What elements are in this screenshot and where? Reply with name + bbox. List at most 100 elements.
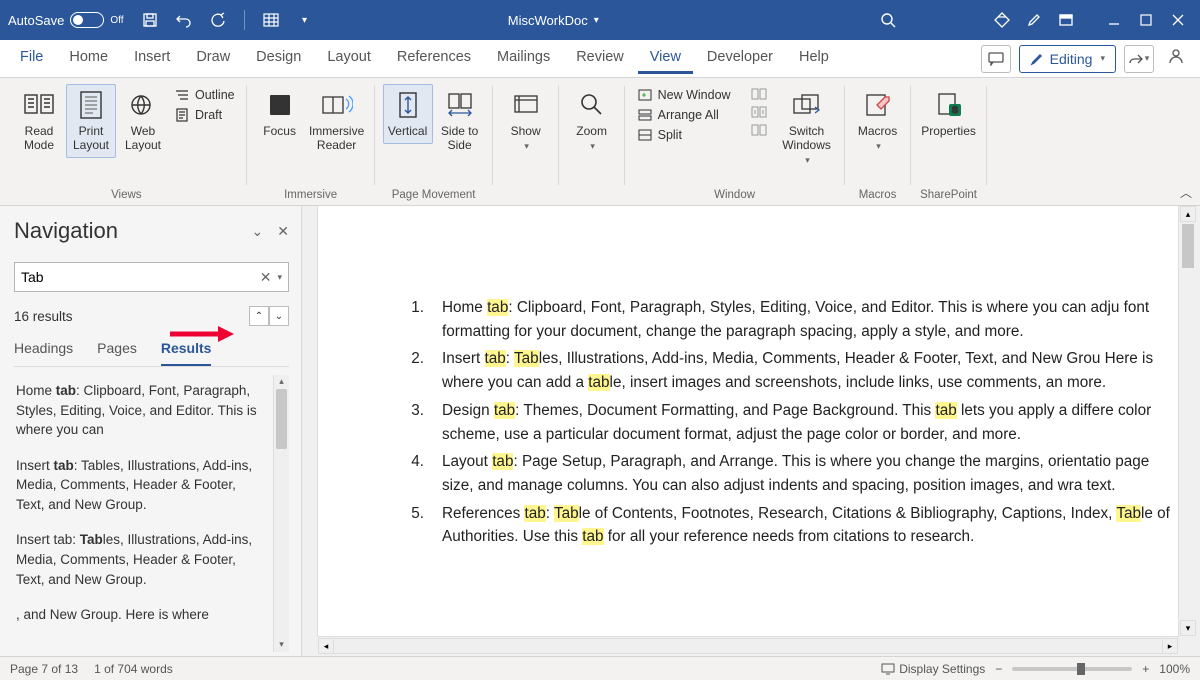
- tab-headings[interactable]: Headings: [14, 340, 73, 366]
- close-icon[interactable]: ✕: [277, 223, 289, 240]
- share-button[interactable]: ▾: [1124, 45, 1154, 73]
- vertical-button[interactable]: Vertical: [383, 84, 433, 144]
- autosave-toggle[interactable]: [70, 12, 104, 28]
- clear-icon[interactable]: ✕: [260, 269, 272, 286]
- reset-window-button[interactable]: [747, 122, 771, 138]
- group-sharepoint: SProperties SharePoint: [911, 80, 987, 205]
- account-icon[interactable]: [1162, 47, 1190, 70]
- scroll-thumb[interactable]: [276, 389, 287, 449]
- maximize-icon[interactable]: [1132, 6, 1160, 34]
- document-title[interactable]: MiscWorkDoc ▾: [319, 13, 788, 28]
- tab-developer[interactable]: Developer: [695, 43, 785, 74]
- horizontal-scrollbar[interactable]: ◂ ▸: [318, 638, 1178, 654]
- scroll-down-icon[interactable]: ▾: [1180, 620, 1196, 636]
- tab-references[interactable]: References: [385, 43, 483, 74]
- tab-draw[interactable]: Draw: [184, 43, 242, 74]
- diamond-icon[interactable]: [988, 6, 1016, 34]
- ribbon-display-icon[interactable]: [1052, 6, 1080, 34]
- group-label: Page Movement: [392, 189, 476, 203]
- arrange-all-button[interactable]: Arrange All: [633, 106, 735, 124]
- redo-icon[interactable]: [204, 6, 232, 34]
- search-icon: [880, 12, 896, 28]
- group-page-movement: Vertical Side to Side Page Movement: [375, 80, 493, 205]
- save-icon[interactable]: [136, 6, 164, 34]
- scroll-up-icon[interactable]: ▴: [274, 375, 289, 389]
- zoom-in-button[interactable]: +: [1142, 662, 1149, 676]
- tab-design[interactable]: Design: [244, 43, 313, 74]
- scroll-up-icon[interactable]: ▴: [1180, 206, 1196, 222]
- results-count: 16 results: [14, 309, 73, 324]
- new-window-button[interactable]: New Window: [633, 86, 735, 104]
- qat-customize-icon[interactable]: ▾: [291, 6, 319, 34]
- vertical-scrollbar[interactable]: ▴ ▾: [1180, 206, 1196, 636]
- zoom-button[interactable]: Zoom▾: [567, 84, 617, 158]
- editing-mode-button[interactable]: Editing ▾: [1019, 45, 1116, 73]
- zoom-out-button[interactable]: −: [995, 662, 1002, 676]
- search-area[interactable]: [788, 12, 988, 28]
- table-icon[interactable]: [257, 6, 285, 34]
- list-item: 3.Design tab: Themes, Document Formattin…: [404, 399, 1178, 446]
- page-indicator[interactable]: Page 7 of 13: [10, 662, 78, 676]
- scroll-thumb[interactable]: [1182, 224, 1194, 268]
- pencil-icon: [1030, 52, 1044, 66]
- read-mode-button[interactable]: Read Mode: [14, 84, 64, 158]
- properties-button[interactable]: SProperties: [919, 84, 979, 144]
- result-item[interactable]: Insert tab: Tables, Illustrations, Add-i…: [14, 524, 271, 599]
- web-layout-button[interactable]: Web Layout: [118, 84, 168, 158]
- tab-home[interactable]: Home: [57, 43, 120, 74]
- nav-tabs: Headings Pages Results: [14, 340, 289, 367]
- result-item[interactable]: Home tab: Clipboard, Font, Paragraph, St…: [14, 375, 271, 450]
- word-count[interactable]: 1 of 704 words: [94, 662, 173, 676]
- outline-button[interactable]: Outline: [170, 86, 239, 104]
- tab-mailings[interactable]: Mailings: [485, 43, 562, 74]
- prev-result-button[interactable]: ⌃: [249, 306, 269, 326]
- undo-icon[interactable]: [170, 6, 198, 34]
- tab-review[interactable]: Review: [564, 43, 636, 74]
- tab-layout[interactable]: Layout: [315, 43, 383, 74]
- group-label: SharePoint: [920, 189, 977, 203]
- doc-name-label: MiscWorkDoc: [508, 13, 588, 28]
- result-item[interactable]: , and New Group. Here is where: [14, 599, 271, 635]
- scroll-left-icon[interactable]: ◂: [318, 638, 334, 654]
- tab-view[interactable]: View: [638, 43, 693, 74]
- display-settings-button[interactable]: Display Settings: [881, 662, 985, 676]
- group-label: Views: [111, 189, 141, 203]
- nav-scrollbar[interactable]: ▴ ▾: [273, 375, 289, 652]
- print-layout-button[interactable]: Print Layout: [66, 84, 116, 158]
- tab-help[interactable]: Help: [787, 43, 841, 74]
- navigation-pane: Navigation ⌄ ✕ Tab ✕▾ 16 results ⌃ ⌄ Hea…: [0, 206, 302, 656]
- search-dropdown-icon[interactable]: ▾: [277, 272, 282, 283]
- result-item[interactable]: Insert tab: Tables, Illustrations, Add-i…: [14, 450, 271, 525]
- chevron-down-icon[interactable]: ⌄: [252, 223, 264, 240]
- show-button[interactable]: Show▾: [501, 84, 551, 158]
- view-side-by-side-button[interactable]: [747, 86, 771, 102]
- zoom-slider[interactable]: [1012, 667, 1132, 671]
- switch-windows-button[interactable]: Switch Windows ▾: [777, 84, 837, 171]
- macros-button[interactable]: Macros▾: [853, 84, 903, 158]
- ribbon-tabs: FileHomeInsertDrawDesignLayoutReferences…: [0, 40, 1200, 78]
- zoom-level[interactable]: 100%: [1159, 662, 1190, 676]
- nav-search-input[interactable]: Tab ✕▾: [14, 262, 289, 292]
- page[interactable]: 1.Home tab: Clipboard, Font, Paragraph, …: [318, 206, 1178, 636]
- list-item: 4.Layout tab: Page Setup, Paragraph, and…: [404, 450, 1178, 497]
- next-result-button[interactable]: ⌄: [269, 306, 289, 326]
- tab-insert[interactable]: Insert: [122, 43, 182, 74]
- close-icon[interactable]: [1164, 6, 1192, 34]
- brush-icon[interactable]: [1020, 6, 1048, 34]
- collapse-ribbon-icon[interactable]: ︿: [1180, 184, 1192, 201]
- tab-right-tools: Editing ▾ ▾: [981, 45, 1190, 73]
- focus-button[interactable]: Focus: [255, 84, 305, 144]
- scroll-right-icon[interactable]: ▸: [1162, 638, 1178, 654]
- scroll-down-icon[interactable]: ▾: [274, 638, 289, 652]
- minimize-icon[interactable]: [1100, 6, 1128, 34]
- side-to-side-button[interactable]: Side to Side: [435, 84, 485, 158]
- sync-scroll-button[interactable]: [747, 104, 771, 120]
- immersive-reader-button[interactable]: Immersive Reader: [307, 84, 367, 158]
- tab-pages[interactable]: Pages: [97, 340, 137, 366]
- tab-results[interactable]: Results: [161, 340, 212, 366]
- split-button[interactable]: Split: [633, 126, 735, 144]
- tab-file[interactable]: File: [8, 43, 55, 74]
- nav-title: Navigation: [14, 218, 118, 244]
- draft-button[interactable]: Draft: [170, 106, 239, 124]
- comments-icon[interactable]: [981, 45, 1011, 73]
